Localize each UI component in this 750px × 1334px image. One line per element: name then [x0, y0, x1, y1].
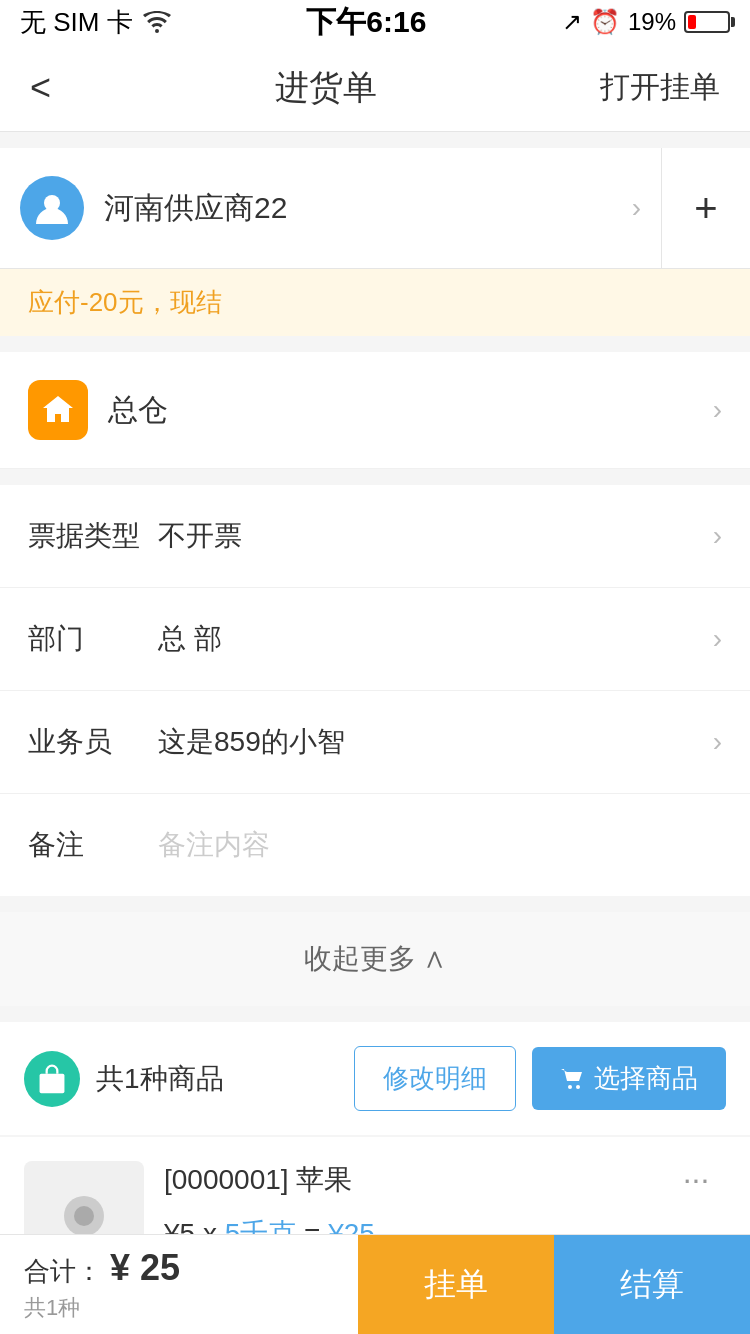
status-right: ↗ ⏰ 19%: [562, 8, 730, 36]
product-code: [0000001]: [164, 1164, 289, 1195]
total-amount-row: 合计： ¥ 25: [24, 1247, 334, 1289]
select-product-button[interactable]: 选择商品: [532, 1047, 726, 1110]
bottom-bar: 合计： ¥ 25 共1种 挂单 结算: [0, 1234, 750, 1334]
open-hang-button[interactable]: 打开挂单: [600, 67, 720, 108]
invoice-row[interactable]: 票据类型 不开票 ›: [0, 485, 750, 588]
alarm-icon: ⏰: [590, 8, 620, 36]
more-options-button[interactable]: ···: [666, 1161, 726, 1198]
battery-icon: [684, 11, 730, 33]
invoice-value: 不开票: [158, 517, 713, 555]
wifi-icon: [143, 11, 171, 33]
supplier-avatar: [20, 176, 84, 240]
dept-label: 部门: [28, 620, 158, 658]
form-section: 票据类型 不开票 › 部门 总 部 › 业务员 这是859的小智 › 备注 备注…: [0, 485, 750, 896]
total-section: 合计： ¥ 25 共1种: [0, 1235, 358, 1334]
add-supplier-button[interactable]: +: [662, 148, 750, 269]
carrier-label: 无 SIM 卡: [20, 5, 133, 40]
nav-bar: < 进货单 打开挂单: [0, 44, 750, 132]
chevron-right-icon: ›: [713, 623, 722, 655]
remark-row[interactable]: 备注 备注内容: [0, 794, 750, 896]
chevron-right-icon: ›: [632, 192, 641, 224]
svg-point-5: [74, 1206, 94, 1226]
battery-pct: 19%: [628, 8, 676, 36]
invoice-label: 票据类型: [28, 517, 158, 555]
product-count: 共1种商品: [96, 1060, 338, 1098]
notice-text: 应付-20元，现结: [28, 287, 222, 317]
edit-detail-button[interactable]: 修改明细: [354, 1046, 516, 1111]
remark-label: 备注: [28, 826, 158, 864]
warehouse-name: 总仓: [108, 390, 713, 431]
total-label: 合计：: [24, 1254, 102, 1289]
dept-value: 总 部: [158, 620, 713, 658]
status-left: 无 SIM 卡: [20, 5, 171, 40]
status-time: 下午6:16: [306, 2, 426, 43]
select-product-label: 选择商品: [594, 1061, 698, 1096]
remark-placeholder[interactable]: 备注内容: [158, 826, 722, 864]
warehouse-section[interactable]: 总仓 ›: [0, 352, 750, 469]
supplier-section: 河南供应商22 › +: [0, 148, 750, 269]
bag-icon: [36, 1063, 68, 1095]
checkout-button[interactable]: 结算: [554, 1235, 750, 1334]
dept-row[interactable]: 部门 总 部 ›: [0, 588, 750, 691]
staff-label: 业务员: [28, 723, 158, 761]
chevron-right-icon: ›: [713, 520, 722, 552]
staff-value: 这是859的小智: [158, 723, 713, 761]
total-sub: 共1种: [24, 1293, 334, 1323]
supplier-name: 河南供应商22: [104, 188, 632, 229]
product-name: [0000001] 苹果: [164, 1161, 646, 1199]
product-icon: [24, 1051, 80, 1107]
collapse-label: 收起更多 ∧: [304, 943, 447, 974]
home-icon: [41, 393, 75, 427]
svg-point-2: [568, 1085, 572, 1089]
supplier-row[interactable]: 河南供应商22 ›: [0, 148, 661, 269]
notice-bar: 应付-20元，现结: [0, 269, 750, 336]
back-button[interactable]: <: [30, 67, 51, 109]
collapse-button[interactable]: 收起更多 ∧: [0, 912, 750, 1006]
product-header: 共1种商品 修改明细 选择商品: [0, 1022, 750, 1135]
location-icon: ↗: [562, 8, 582, 36]
product-title: 苹果: [296, 1164, 352, 1195]
total-amount: ¥ 25: [110, 1247, 180, 1289]
cart-icon: [560, 1068, 586, 1090]
hang-button[interactable]: 挂单: [358, 1235, 554, 1334]
chevron-right-icon: ›: [713, 394, 722, 426]
person-icon: [34, 190, 70, 226]
chevron-right-icon: ›: [713, 726, 722, 758]
staff-row[interactable]: 业务员 这是859的小智 ›: [0, 691, 750, 794]
separator: [0, 132, 750, 148]
page-title: 进货单: [275, 65, 377, 111]
warehouse-icon: [28, 380, 88, 440]
svg-point-3: [576, 1085, 580, 1089]
svg-rect-1: [40, 1073, 65, 1093]
status-bar: 无 SIM 卡 下午6:16 ↗ ⏰ 19%: [0, 0, 750, 44]
